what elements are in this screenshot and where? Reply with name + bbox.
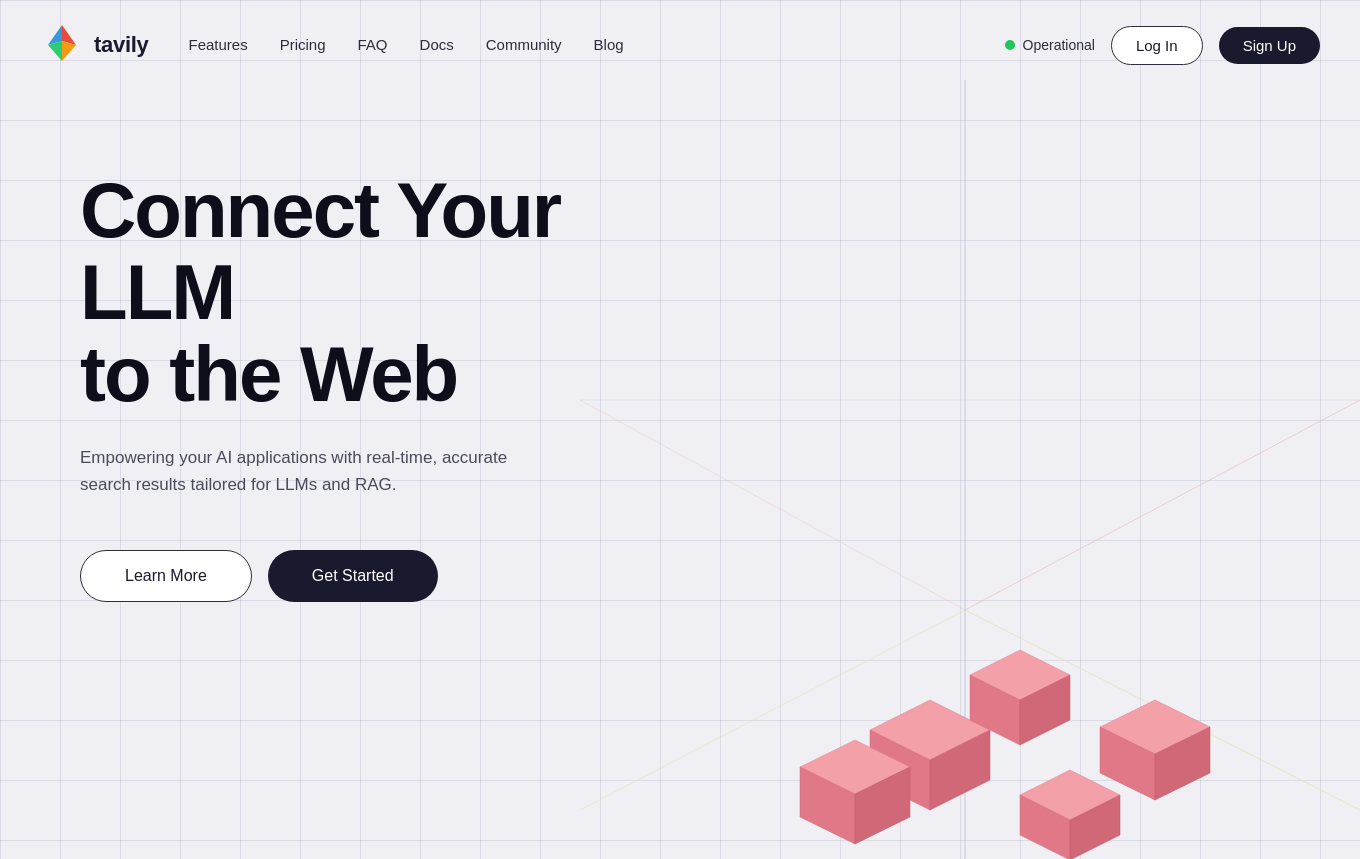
login-button[interactable]: Log In <box>1111 26 1203 65</box>
nav-features[interactable]: Features <box>188 36 247 53</box>
hero-section: Connect Your LLM to the Web Empowering y… <box>0 90 1360 602</box>
learn-more-button[interactable]: Learn More <box>80 550 252 602</box>
hero-subtitle: Empowering your AI applications with rea… <box>80 444 510 498</box>
nav-right: Operational Log In Sign Up <box>1005 26 1320 65</box>
nav-docs[interactable]: Docs <box>420 36 454 53</box>
nav-community[interactable]: Community <box>486 36 562 53</box>
nav-left: tavily Features Pricing FAQ Docs Communi… <box>40 23 624 67</box>
signup-button[interactable]: Sign Up <box>1219 27 1320 64</box>
logo-link[interactable]: tavily <box>40 23 148 67</box>
nav-blog[interactable]: Blog <box>594 36 624 53</box>
hero-title: Connect Your LLM to the Web <box>80 170 730 416</box>
logo-text: tavily <box>94 32 148 58</box>
navbar: tavily Features Pricing FAQ Docs Communi… <box>0 0 1360 90</box>
get-started-button[interactable]: Get Started <box>268 550 438 602</box>
status-indicator: Operational <box>1005 37 1095 53</box>
nav-links: Features Pricing FAQ Docs Community Blog <box>188 36 623 54</box>
nav-faq[interactable]: FAQ <box>358 36 388 53</box>
hero-buttons: Learn More Get Started <box>80 550 1280 602</box>
status-text: Operational <box>1023 37 1095 53</box>
status-dot <box>1005 40 1015 50</box>
logo-icon <box>40 23 84 67</box>
nav-pricing[interactable]: Pricing <box>280 36 326 53</box>
